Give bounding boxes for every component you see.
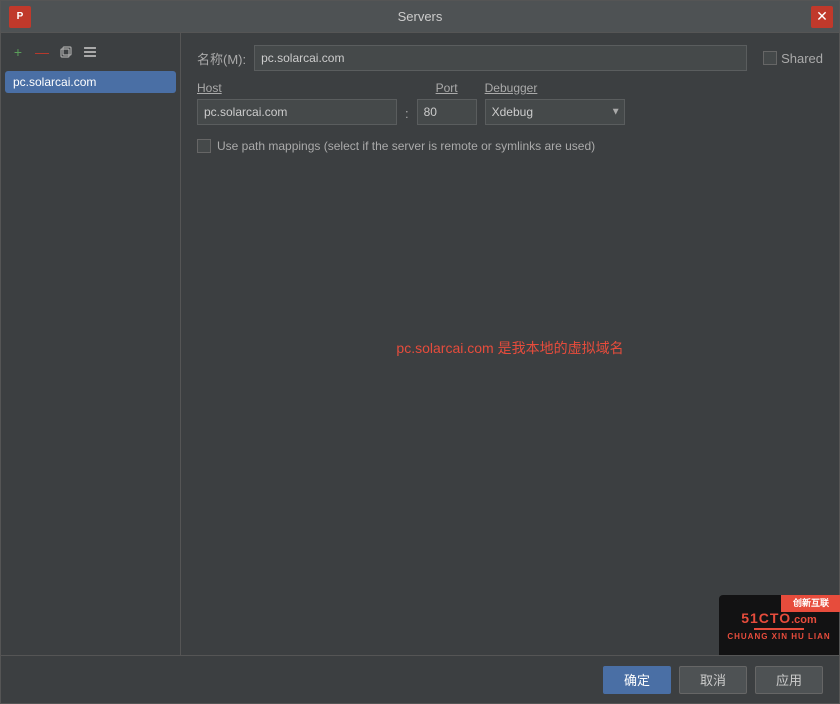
ok-button[interactable]: 确定 <box>603 666 671 694</box>
path-mapping-checkbox[interactable] <box>197 139 211 153</box>
port-colon: : <box>405 86 409 121</box>
cancel-button[interactable]: 取消 <box>679 666 747 694</box>
shared-row: Shared <box>763 51 823 66</box>
sidebar: + — pc.solarcai.com <box>1 33 181 655</box>
add-server-button[interactable]: + <box>7 41 29 63</box>
move-server-button[interactable] <box>79 41 101 63</box>
dialog-title: Servers <box>398 9 443 24</box>
server-list-item[interactable]: pc.solarcai.com <box>5 71 176 93</box>
port-input[interactable] <box>417 99 477 125</box>
port-label: Port <box>436 81 458 95</box>
path-mapping-label: Use path mappings (select if the server … <box>217 139 595 153</box>
sidebar-toolbar: + — <box>5 39 176 65</box>
footer: 确定 取消 应用 <box>1 655 839 703</box>
close-button[interactable]: ✕ <box>811 6 833 28</box>
shared-label: Shared <box>781 51 823 66</box>
shared-checkbox[interactable] <box>763 51 777 65</box>
port-section: Port <box>417 81 477 125</box>
debugger-select-wrapper: Xdebug Zend Debugger ▼ <box>485 99 625 125</box>
debugger-label: Debugger <box>485 81 625 95</box>
main-panel: 名称(M): Shared Host : Port <box>181 33 839 655</box>
app-logo: P <box>9 6 31 28</box>
host-input[interactable] <box>197 99 397 125</box>
annotation-text: pc.solarcai.com 是我本地的虚拟域名 <box>396 338 623 358</box>
name-row: 名称(M): Shared <box>197 45 823 71</box>
watermark: 51CTO .com CHUANG XIN HU LIAN 创新互联 <box>719 595 839 655</box>
remove-server-button[interactable]: — <box>31 41 53 63</box>
watermark-logo-area: 创新互联 <box>781 595 840 655</box>
host-label: Host <box>197 81 397 95</box>
copy-server-button[interactable] <box>55 41 77 63</box>
host-section: Host <box>197 81 397 125</box>
debugger-select[interactable]: Xdebug Zend Debugger <box>485 99 625 125</box>
name-label: 名称(M): <box>197 49 246 68</box>
connection-labels-row: Host : Port Debugger Xdebug Zend Debugge… <box>197 81 823 125</box>
watermark-icon: 创新互联 <box>781 595 840 612</box>
content-area: + — pc.solarcai.com <box>1 33 839 655</box>
apply-button[interactable]: 应用 <box>755 666 823 694</box>
path-mapping-row: Use path mappings (select if the server … <box>197 139 823 153</box>
debugger-section: Debugger Xdebug Zend Debugger ▼ <box>485 81 625 125</box>
titlebar: P Servers ✕ <box>1 1 839 33</box>
name-input[interactable] <box>254 45 747 71</box>
servers-dialog: P Servers ✕ + — <box>0 0 840 704</box>
